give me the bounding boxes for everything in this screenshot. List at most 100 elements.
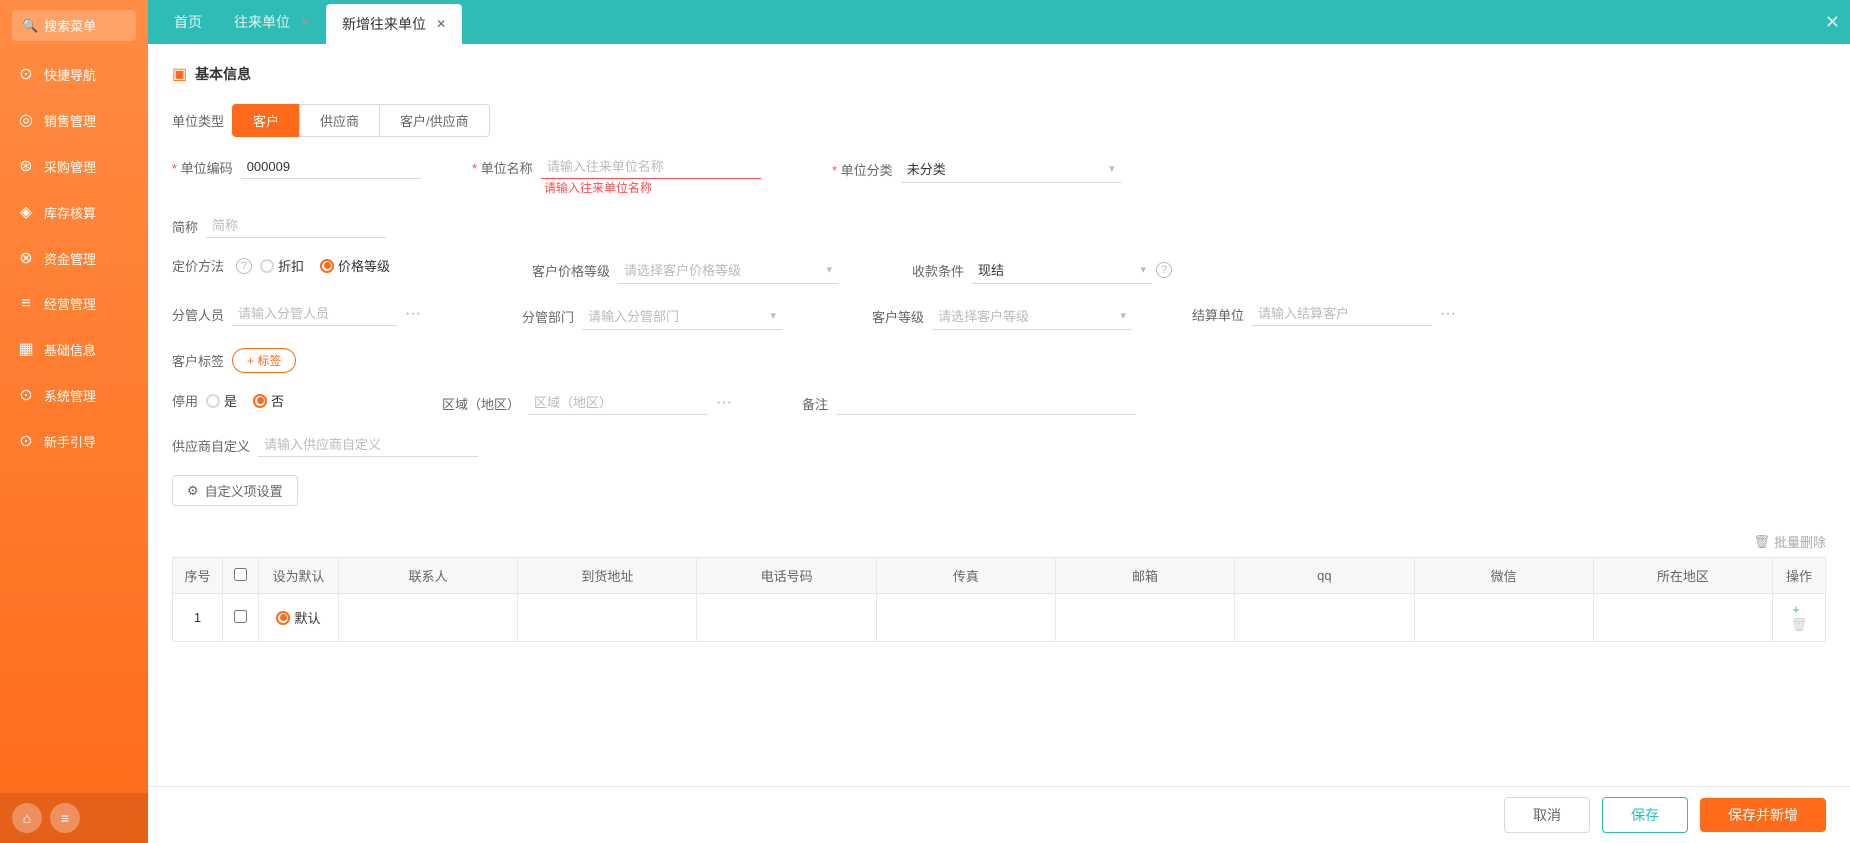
- chevron-down-icon4: ▾: [770, 309, 776, 322]
- unit-name-label: 单位名称: [472, 158, 533, 177]
- default-radio[interactable]: 默认: [269, 608, 328, 627]
- pricing-radio-group: 折扣 价格等级: [260, 256, 390, 275]
- default-radio-label: 默认: [294, 608, 320, 627]
- select-all-checkbox[interactable]: [234, 568, 247, 581]
- radio-yes[interactable]: 是: [206, 391, 237, 410]
- gear-icon: ⚙: [187, 483, 199, 499]
- settlement-unit-group: 结算单位 ···: [1192, 302, 1512, 326]
- wechat-input[interactable]: [1425, 610, 1583, 625]
- btn-customer[interactable]: 客户: [232, 104, 299, 137]
- batch-delete-button[interactable]: 🗑 批量删除: [1753, 532, 1826, 551]
- sidebar-settings-icon[interactable]: ≡: [50, 803, 80, 833]
- fax-input[interactable]: [887, 610, 1045, 625]
- delete-row-icon[interactable]: 🗑: [1791, 617, 1808, 632]
- radio-price-level-circle: [320, 259, 334, 273]
- unit-type-group: 单位类型 客户 供应商 客户/供应商: [172, 104, 1826, 137]
- department-dropdown[interactable]: 请输入分管部门 ▾: [582, 302, 782, 330]
- row-checkbox[interactable]: [234, 610, 247, 623]
- btn-supplier[interactable]: 供应商: [299, 104, 379, 137]
- sidebar-item-quick-nav[interactable]: ⊙ 快捷导航: [0, 51, 148, 97]
- contact-input[interactable]: [349, 610, 507, 625]
- th-action: 操作: [1773, 558, 1826, 594]
- sidebar-item-inventory[interactable]: ◈ 库存核算: [0, 189, 148, 235]
- td-num: 1: [173, 594, 223, 642]
- btn-both[interactable]: 客户/供应商: [379, 104, 490, 137]
- email-input[interactable]: [1066, 610, 1224, 625]
- customer-tag-label: 客户标签: [172, 351, 224, 370]
- pricing-row: 定价方法 ? 折扣 价格等级 客户价格等级 请选择客户价格等级: [172, 256, 1826, 284]
- cancel-button[interactable]: 取消: [1504, 797, 1590, 833]
- add-tag-button[interactable]: + 标签: [232, 348, 296, 373]
- qq-input[interactable]: [1245, 610, 1403, 625]
- unit-category-label: 单位分类: [832, 160, 893, 179]
- td-email: [1055, 594, 1234, 642]
- tab-new-partner[interactable]: 新增往来单位 ✕: [326, 4, 462, 44]
- sidebar-home-icon[interactable]: ⌂: [12, 803, 42, 833]
- sidebar-item-system[interactable]: ⊙ 系统管理: [0, 372, 148, 418]
- tab-partners[interactable]: 往来单位 ✕: [218, 0, 326, 44]
- settlement-unit-wrap: ···: [1252, 302, 1460, 326]
- manager-input[interactable]: [232, 302, 397, 326]
- sidebar-search[interactable]: 🔍 搜索菜单: [12, 10, 136, 41]
- remarks-input[interactable]: [836, 391, 1136, 415]
- custom-settings-button[interactable]: ⚙ 自定义项设置: [172, 475, 298, 506]
- sidebar-item-sales[interactable]: ◎ 销售管理: [0, 97, 148, 143]
- radio-discount[interactable]: 折扣: [260, 256, 304, 275]
- pricing-help-icon[interactable]: ?: [236, 258, 252, 274]
- tab-partners-close[interactable]: ✕: [300, 15, 310, 29]
- main-area: 首页 往来单位 ✕ 新增往来单位 ✕ ✕ ▣ 基本信息 单位类型 客户 供应商: [148, 0, 1850, 843]
- tab-new-partner-close[interactable]: ✕: [436, 17, 446, 31]
- unit-type-row: 单位类型 客户 供应商 客户/供应商: [172, 104, 1826, 137]
- quick-nav-icon: ⊙: [16, 64, 36, 84]
- batch-delete-label: 批量删除: [1774, 532, 1826, 551]
- unit-category-dropdown[interactable]: 未分类 ▾: [901, 155, 1121, 183]
- sidebar-item-basic-info[interactable]: ▦ 基础信息: [0, 326, 148, 372]
- td-phone: [697, 594, 876, 642]
- radio-price-level-label: 价格等级: [338, 256, 390, 275]
- unit-name-error: 请输入往来单位名称: [544, 181, 652, 195]
- td-check: [223, 594, 259, 642]
- table-header-row: 序号 设为默认 联系人 到货地址 电话号码 传真 邮箱 qq 微信 所在地区 操…: [173, 558, 1826, 594]
- payment-help-icon[interactable]: ?: [1156, 262, 1172, 278]
- sidebar-item-purchase[interactable]: ⊛ 采购管理: [0, 143, 148, 189]
- chevron-down-icon5: ▾: [1120, 309, 1126, 322]
- td-contact: [339, 594, 518, 642]
- region-input[interactable]: [528, 391, 708, 415]
- add-row-icon[interactable]: +: [1792, 602, 1800, 617]
- radio-discount-label: 折扣: [278, 256, 304, 275]
- save-button[interactable]: 保存: [1602, 797, 1688, 833]
- payment-terms-dropdown[interactable]: 现结 ▾: [972, 256, 1152, 284]
- settlement-unit-input[interactable]: [1252, 302, 1432, 326]
- table-body: 1 默认: [173, 594, 1826, 642]
- manager-dots[interactable]: ···: [401, 305, 425, 323]
- tab-home[interactable]: 首页: [158, 0, 218, 44]
- save-add-button[interactable]: 保存并新增: [1700, 798, 1826, 832]
- phone-input[interactable]: [707, 610, 865, 625]
- customer-price-level-dropdown[interactable]: 请选择客户价格等级 ▾: [618, 256, 838, 284]
- sidebar-item-operations[interactable]: ≡ 经营管理: [0, 281, 148, 326]
- sidebar-item-guide[interactable]: ⊙ 新手引导: [0, 418, 148, 464]
- close-all-tabs[interactable]: ✕: [1825, 12, 1840, 33]
- region-dots[interactable]: ···: [712, 394, 736, 412]
- radio-yes-circle: [206, 394, 220, 408]
- supplier-custom-input[interactable]: [258, 433, 478, 457]
- short-name-input[interactable]: [206, 214, 386, 238]
- bottom-bar: 取消 保存 保存并新增: [148, 786, 1850, 843]
- customer-level-dropdown[interactable]: 请选择客户等级 ▾: [932, 302, 1132, 330]
- th-wechat: 微信: [1414, 558, 1593, 594]
- tab-partners-label: 往来单位: [234, 12, 290, 32]
- region-table-input[interactable]: [1604, 610, 1762, 625]
- unit-info-row: 单位编码 单位名称 请输入往来单位名称 单位分类 未分类 ▾: [172, 155, 1826, 196]
- settlement-unit-dots[interactable]: ···: [1436, 305, 1460, 323]
- unit-name-input[interactable]: [541, 155, 761, 179]
- unit-code-input[interactable]: [241, 155, 421, 179]
- sidebar-item-label: 新手引导: [44, 432, 96, 451]
- address-input[interactable]: [528, 610, 686, 625]
- disable-group: 停用 是 否: [172, 391, 422, 410]
- radio-no[interactable]: 否: [253, 391, 284, 410]
- radio-price-level[interactable]: 价格等级: [320, 256, 390, 275]
- sidebar-item-finance[interactable]: ⊗ 资金管理: [0, 235, 148, 281]
- custom-settings-row: ⚙ 自定义项设置: [172, 475, 1826, 506]
- supplier-custom-group: 供应商自定义: [172, 433, 1826, 457]
- radio-no-label: 否: [271, 391, 284, 410]
